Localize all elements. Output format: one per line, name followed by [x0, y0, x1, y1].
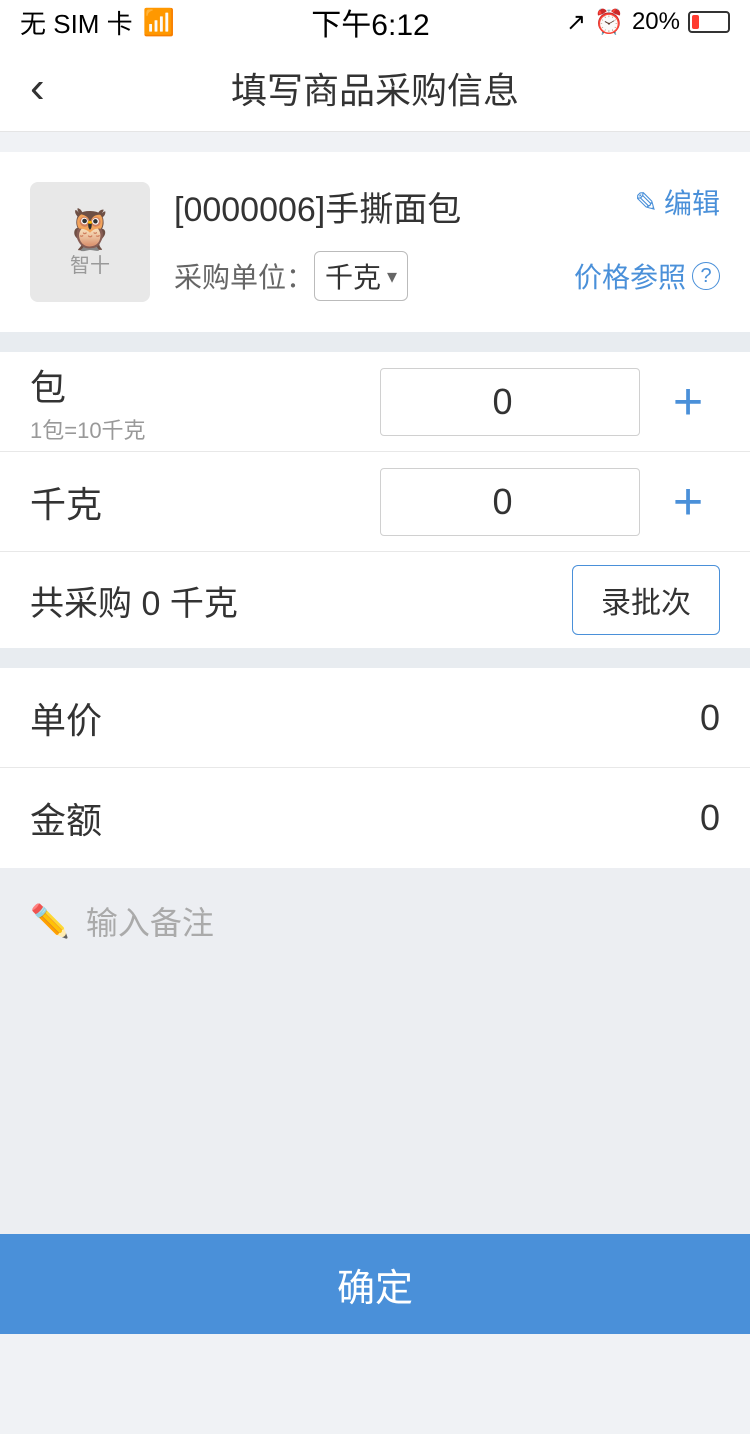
bao-input[interactable]: [380, 368, 640, 436]
product-thumbnail: 🦉 智十: [30, 182, 150, 302]
status-bar: 无 SIM 卡 📶 下午6:12 ↗ ⏰ 20%: [0, 0, 750, 44]
note-placeholder: 输入备注: [86, 898, 214, 944]
unit-price-row: 单价 0: [0, 668, 750, 768]
confirm-button[interactable]: 确定: [0, 1234, 750, 1334]
product-card: 🦉 智十 [0000006]手撕面包 采购单位： 千克 ▾ 价格参照 ? ✎: [0, 152, 750, 332]
status-time: 下午6:12: [311, 0, 429, 44]
price-ref-label: 价格参照: [574, 256, 686, 296]
bao-row: 包 1包=10千克 +: [0, 352, 750, 452]
unit-price-value: 0: [700, 697, 720, 739]
edit-icon: ✎: [635, 186, 658, 219]
help-icon: ?: [692, 262, 720, 290]
bao-sub: 1包=10千克: [30, 413, 150, 445]
battery-box: [688, 11, 730, 33]
status-left: 无 SIM 卡 📶: [20, 4, 175, 41]
summary-row: 共采购 0 千克 录批次: [0, 552, 750, 648]
carrier-label: 无 SIM 卡: [20, 4, 133, 41]
kg-row: 千克 +: [0, 452, 750, 552]
unit-label: 采购单位：: [174, 256, 314, 296]
edit-button[interactable]: ✎ 编辑: [635, 182, 720, 222]
unit-price-label: 单价: [30, 692, 102, 744]
back-button[interactable]: ‹: [30, 66, 45, 110]
edit-label: 编辑: [664, 182, 720, 222]
divider-2: [0, 648, 750, 668]
kg-label-group: 千克: [30, 476, 150, 528]
amount-row: 金额 0: [0, 768, 750, 868]
nav-bar: ‹ 填写商品采购信息: [0, 44, 750, 132]
unit-select[interactable]: 千克 ▾: [314, 251, 408, 301]
chevron-down-icon: ▾: [387, 264, 397, 289]
price-ref-button[interactable]: 价格参照 ?: [574, 256, 720, 296]
amount-label: 金额: [30, 792, 102, 844]
thumb-label: 智十: [65, 249, 115, 278]
page-title: 填写商品采购信息: [231, 62, 519, 114]
pencil-icon: ✏️: [30, 902, 70, 940]
kg-input-group: +: [150, 468, 720, 536]
divider-1: [0, 332, 750, 352]
wifi-icon: 📶: [143, 7, 175, 38]
location-icon: ↗: [566, 8, 586, 37]
battery-fill: [692, 15, 699, 29]
kg-plus-button[interactable]: +: [656, 468, 720, 536]
note-section[interactable]: ✏️ 输入备注: [0, 868, 750, 974]
bao-label: 包: [30, 359, 150, 411]
bao-label-group: 包 1包=10千克: [30, 359, 150, 445]
kg-label: 千克: [30, 476, 150, 528]
alarm-icon: ⏰: [594, 8, 624, 37]
batch-button[interactable]: 录批次: [572, 565, 720, 635]
amount-value: 0: [700, 797, 720, 839]
battery-percent: 20%: [632, 8, 680, 36]
battery-outline: [688, 11, 730, 33]
unit-value: 千克: [325, 256, 381, 296]
kg-input[interactable]: [380, 468, 640, 536]
summary-text: 共采购 0 千克: [30, 576, 238, 625]
price-section: 单价 0 金额 0: [0, 668, 750, 868]
status-right: ↗ ⏰ 20%: [566, 8, 730, 37]
bao-plus-button[interactable]: +: [656, 368, 720, 436]
input-section: 包 1包=10千克 + 千克 +: [0, 352, 750, 552]
bao-input-group: +: [150, 368, 720, 436]
